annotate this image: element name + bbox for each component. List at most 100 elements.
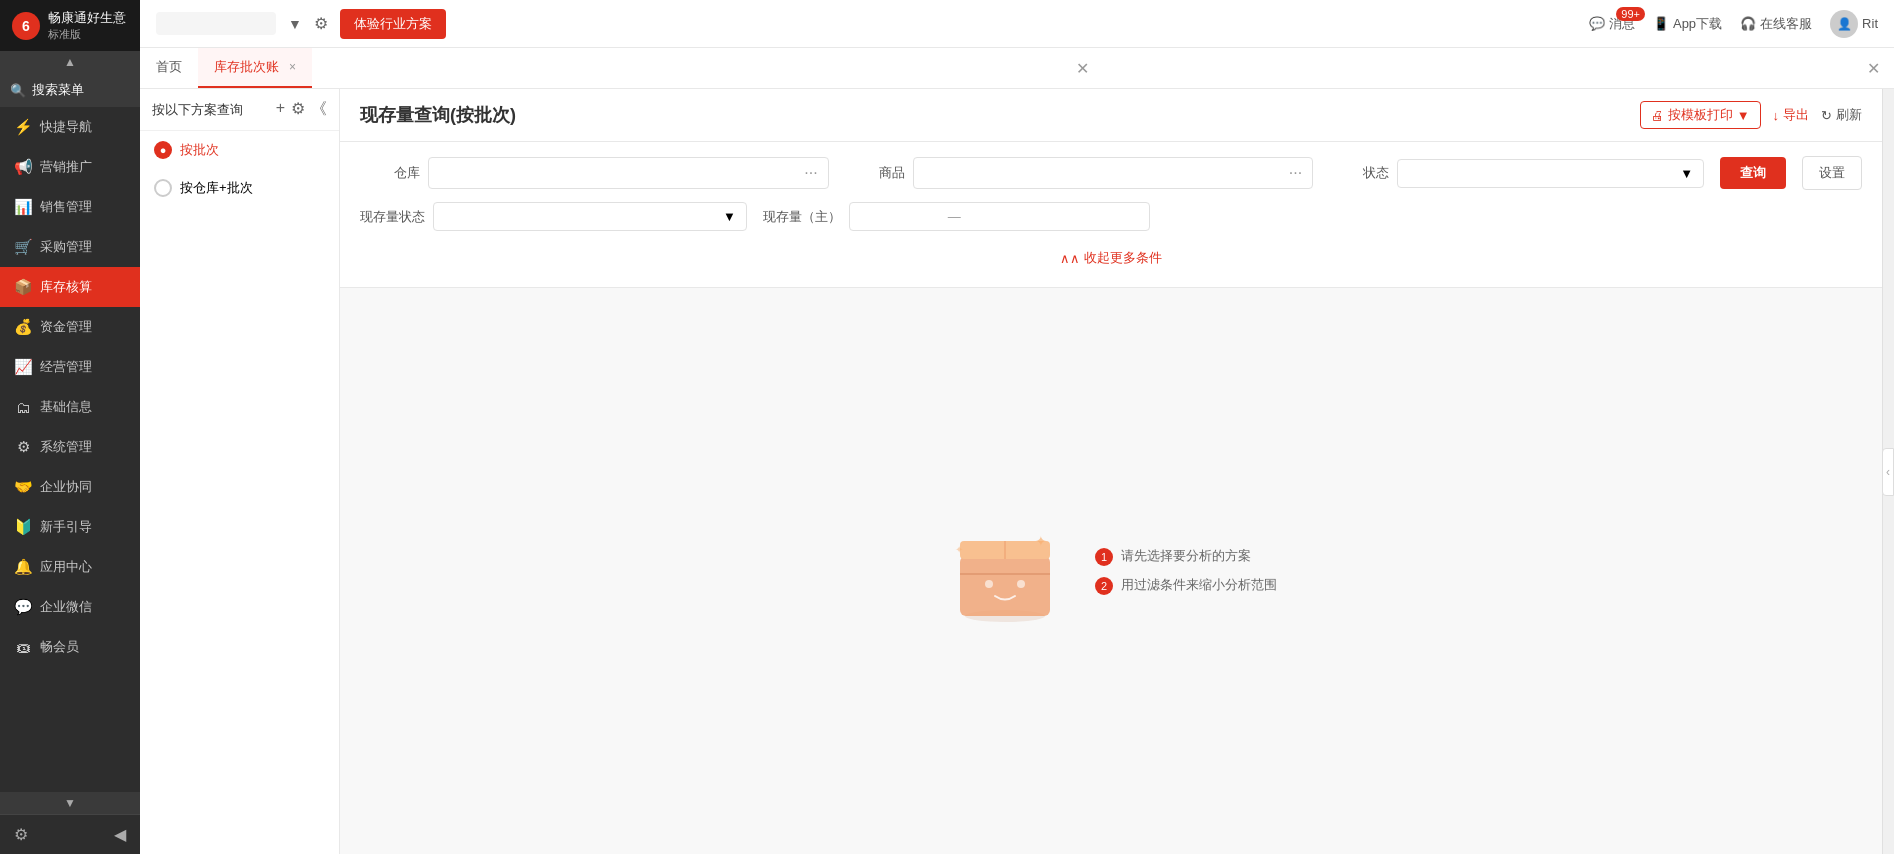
tip-1-text: 请先选择要分析的方案 <box>1121 547 1251 565</box>
enterprise-icon: 🤝 <box>14 478 32 496</box>
qty-range-from[interactable] <box>860 209 940 224</box>
message-icon: 💬 <box>1589 16 1605 31</box>
topbar-gear-button[interactable]: ⚙ <box>314 14 328 33</box>
appcenter-icon: 🔔 <box>14 558 32 576</box>
tab-close-button[interactable]: × <box>289 60 296 74</box>
right-panel: 现存量查询(按批次) 🖨 按模板打印 ▼ ↓ 导出 ↻ 刷新 <box>340 89 1882 854</box>
sidebar-item-sales[interactable]: 📊 销售管理 <box>0 187 140 227</box>
tab-bar: 首页 库存批次账 × ✕ ✕ <box>140 48 1894 89</box>
empty-tips: 1 请先选择要分析的方案 2 用过滤条件来缩小分析范围 <box>1095 547 1277 595</box>
left-panel: 按以下方案查询 + ⚙ 《 ● 按批次 按仓库+批次 <box>140 89 340 854</box>
content-area: 按以下方案查询 + ⚙ 《 ● 按批次 按仓库+批次 现存量查询(按批次) <box>140 89 1894 854</box>
main-area: ▼ ⚙ 体验行业方案 💬 消息 99+ 📱 App下载 🎧 在线客服 👤 Rit <box>140 0 1894 854</box>
topbar-actions: 💬 消息 99+ 📱 App下载 🎧 在线客服 👤 Rit <box>1589 10 1878 38</box>
topbar-search-box[interactable] <box>156 12 276 35</box>
filter-group-inv-status: 现存量状态 ▼ <box>360 202 747 231</box>
page-title-actions: 🖨 按模板打印 ▼ ↓ 导出 ↻ 刷新 <box>1640 101 1862 129</box>
sidebar-item-appcenter[interactable]: 🔔 应用中心 <box>0 547 140 587</box>
sidebar: 6 畅康通好生意 标准版 ▲ 🔍 搜索菜单 ⚡ 快捷导航 📢 营销推广 📊 销售… <box>0 0 140 854</box>
empty-icon: ✦ ✦ <box>945 511 1065 631</box>
warehouse-label: 仓库 <box>360 164 420 182</box>
basics-icon: 🗂 <box>14 398 32 416</box>
filter-settings-button[interactable]: 设置 <box>1802 156 1862 190</box>
sidebar-item-enterprise[interactable]: 🤝 企业协同 <box>0 467 140 507</box>
inactive-scheme-dot <box>154 179 172 197</box>
filter-group-inv-qty: 现存量（主） — <box>763 202 1150 231</box>
add-scheme-icon[interactable]: + <box>276 99 285 120</box>
empty-illustration: ✦ ✦ <box>945 511 1065 631</box>
scheme-settings-icon[interactable]: ⚙ <box>291 99 305 120</box>
collapse-up-icon: ∧∧ <box>1060 251 1080 266</box>
topbar: ▼ ⚙ 体验行业方案 💬 消息 99+ 📱 App下载 🎧 在线客服 👤 Rit <box>140 0 1894 48</box>
tab-panel-close[interactable]: ✕ <box>1062 59 1103 78</box>
export-button[interactable]: ↓ 导出 <box>1773 106 1810 124</box>
left-panel-actions: + ⚙ 《 <box>276 99 327 120</box>
sidebar-item-marketing[interactable]: 📢 营销推广 <box>0 147 140 187</box>
tab-home[interactable]: 首页 <box>140 48 198 88</box>
product-input[interactable]: ··· <box>913 157 1314 189</box>
sidebar-item-operations[interactable]: 📈 经营管理 <box>0 347 140 387</box>
warehouse-input[interactable]: ··· <box>428 157 829 189</box>
collapse-panel-icon[interactable]: 《 <box>311 99 327 120</box>
finance-icon: 💰 <box>14 318 32 336</box>
sidebar-item-corpwechat[interactable]: 💬 企业微信 <box>0 587 140 627</box>
scheme-item-by-warehouse-batch[interactable]: 按仓库+批次 <box>140 169 339 207</box>
close-right-panel[interactable]: ✕ <box>1853 59 1894 78</box>
user-menu-button[interactable]: 👤 Rit <box>1830 10 1878 38</box>
status-select[interactable]: ▼ <box>1397 159 1704 188</box>
topbar-search-input[interactable] <box>166 16 246 31</box>
sidebar-header: 6 畅康通好生意 标准版 <box>0 0 140 51</box>
inventory-qty-label: 现存量（主） <box>763 208 841 226</box>
range-dash: — <box>948 209 961 224</box>
app-title: 畅康通好生意 标准版 <box>48 10 126 41</box>
sidebar-item-system[interactable]: ⚙ 系统管理 <box>0 427 140 467</box>
sidebar-item-purchase[interactable]: 🛒 采购管理 <box>0 227 140 267</box>
sidebar-item-basics[interactable]: 🗂 基础信息 <box>0 387 140 427</box>
sidebar-scroll-down[interactable]: ▼ <box>0 792 140 814</box>
tab-inventory-batch[interactable]: 库存批次账 × <box>198 48 312 88</box>
sidebar-scroll-up[interactable]: ▲ <box>0 51 140 73</box>
filter-group-status: 状态 ▼ <box>1329 159 1704 188</box>
right-panel-toggle[interactable]: ‹ <box>1882 448 1894 496</box>
footer-settings-icon[interactable]: ⚙ <box>14 825 28 844</box>
sidebar-item-newcomer[interactable]: 🔰 新手引导 <box>0 507 140 547</box>
qty-range-to[interactable] <box>969 209 1049 224</box>
inventory-status-select[interactable]: ▼ <box>433 202 747 231</box>
sidebar-item-inventory[interactable]: 📦 库存核算 <box>0 267 140 307</box>
phone-icon: 📱 <box>1653 16 1669 31</box>
footer-collapse-icon[interactable]: ◀ <box>114 825 126 844</box>
print-dropdown-icon: ▼ <box>1737 108 1750 123</box>
refresh-button[interactable]: ↻ 刷新 <box>1821 106 1862 124</box>
quick-nav-icon: ⚡ <box>14 118 32 136</box>
refresh-icon: ↻ <box>1821 108 1832 123</box>
print-icon: 🖨 <box>1651 108 1664 123</box>
inventory-status-label: 现存量状态 <box>360 208 425 226</box>
industry-solution-button[interactable]: 体验行业方案 <box>340 9 446 39</box>
inv-status-dropdown-icon: ▼ <box>723 209 736 224</box>
tip-2-text: 用过滤条件来缩小分析范围 <box>1121 576 1277 594</box>
tip-1-number: 1 <box>1095 548 1113 566</box>
tip-2-number: 2 <box>1095 577 1113 595</box>
username-label: Rit <box>1862 16 1878 31</box>
sidebar-item-member[interactable]: 🎟 畅会员 <box>0 627 140 667</box>
inventory-qty-range[interactable]: — <box>849 202 1150 231</box>
svg-rect-1 <box>960 556 1050 616</box>
topbar-dropdown-button[interactable]: ▼ <box>288 16 302 32</box>
scheme-item-by-batch[interactable]: ● 按批次 <box>140 131 339 169</box>
product-dots[interactable]: ··· <box>1289 164 1302 182</box>
purchase-icon: 🛒 <box>14 238 32 256</box>
app-logo: 6 <box>12 12 40 40</box>
print-button[interactable]: 🖨 按模板打印 ▼ <box>1640 101 1761 129</box>
collapse-filters-button[interactable]: ∧∧ 收起更多条件 <box>360 243 1862 273</box>
sidebar-search[interactable]: 🔍 搜索菜单 <box>0 73 140 107</box>
active-scheme-dot: ● <box>154 141 172 159</box>
query-button[interactable]: 查询 <box>1720 157 1786 189</box>
messages-button[interactable]: 💬 消息 99+ <box>1589 15 1635 33</box>
sidebar-item-quick-nav[interactable]: ⚡ 快捷导航 <box>0 107 140 147</box>
warehouse-dots[interactable]: ··· <box>804 164 817 182</box>
sidebar-item-finance[interactable]: 💰 资金管理 <box>0 307 140 347</box>
operations-icon: 📈 <box>14 358 32 376</box>
app-download-button[interactable]: 📱 App下载 <box>1653 15 1722 33</box>
online-service-button[interactable]: 🎧 在线客服 <box>1740 15 1812 33</box>
filter-group-product: 商品 ··· <box>845 157 1314 189</box>
